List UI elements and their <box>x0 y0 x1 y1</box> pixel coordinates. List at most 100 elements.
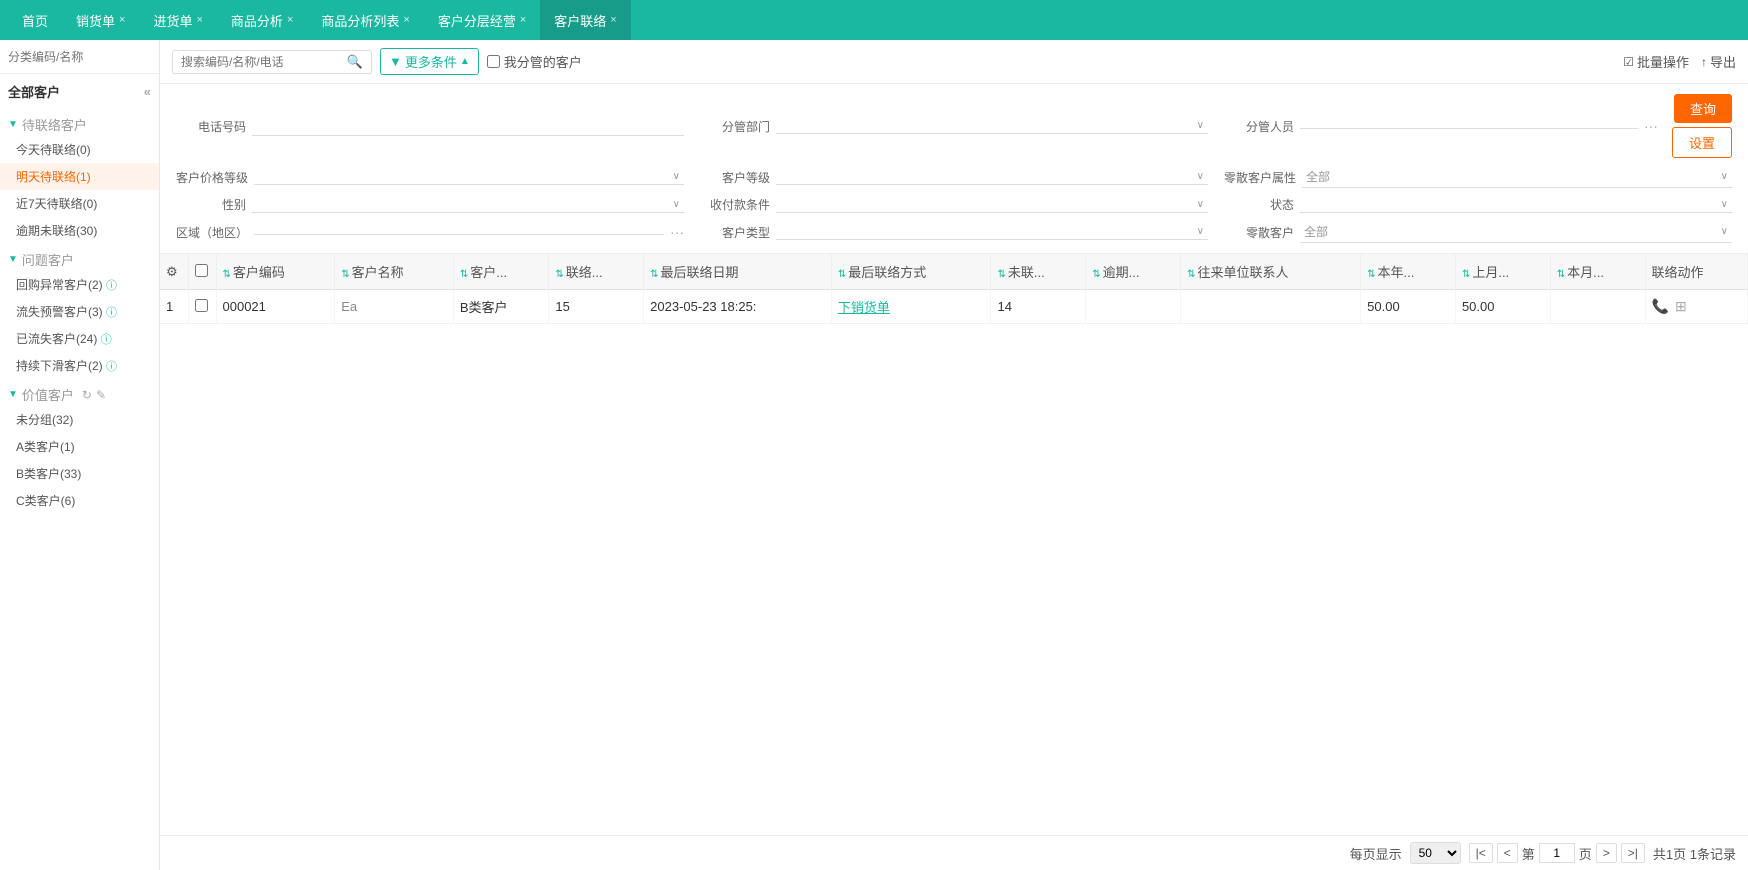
refresh-icon[interactable]: ↻ <box>82 388 92 402</box>
customer-grade-arrow-icon: ∨ <box>1197 171 1204 182</box>
toolbar-right: ☑ 批量操作 ↑ 导出 <box>1623 52 1736 71</box>
sort-overdue-icon[interactable]: ⇅ <box>1092 269 1100 280</box>
sort-contact-icon[interactable]: ⇅ <box>555 269 563 280</box>
sidebar-item-abnormal[interactable]: 回购异常客户(2) ⓘ <box>0 271 159 298</box>
my-customers-checkbox[interactable] <box>487 55 500 68</box>
filter-dept: 分管部门 ∨ <box>700 118 1208 135</box>
nav-product-analysis[interactable]: 商品分析 × <box>217 0 307 40</box>
sort-this-month-icon[interactable]: ⇅ <box>1557 269 1565 280</box>
settings-icon[interactable]: ⚙ <box>166 264 178 279</box>
sidebar-all-customers-label: 全部客户 <box>8 82 60 101</box>
sort-type-icon[interactable]: ⇅ <box>460 269 468 280</box>
my-customers-filter[interactable]: 我分管的客户 <box>487 52 582 71</box>
table-container: ⚙ ⇅客户编码 ⇅客户名称 ⇅客户... ⇅联络... ⇅最后联络日期 ⇅最后联… <box>160 254 1748 835</box>
sidebar-all-customers[interactable]: 全部客户 « <box>0 74 159 109</box>
sidebar-item-declining[interactable]: 持续下滑客户(2) ⓘ <box>0 352 159 379</box>
filter-gender: 性别 ∨ <box>176 196 684 213</box>
sidebar-item-today[interactable]: 今天待联络(0) <box>0 136 159 163</box>
nav-customer-contact[interactable]: 客户联络 × <box>540 0 630 40</box>
retail-customer-select[interactable]: 全部 ∨ <box>1300 221 1732 243</box>
nav-sales-order[interactable]: 销货单 × <box>62 0 139 40</box>
last-page-btn[interactable]: >| <box>1621 843 1645 863</box>
sort-last-month-icon[interactable]: ⇅ <box>1462 269 1470 280</box>
filter-more-btn[interactable]: ▼ 更多条件 ▲ <box>380 48 479 75</box>
first-page-btn[interactable]: |< <box>1469 843 1493 863</box>
col-this-year: ⇅本年... <box>1361 254 1456 290</box>
dept-arrow-icon: ∨ <box>1197 120 1204 131</box>
sidebar-item-churn-warning[interactable]: 流失预警客户(3) ⓘ <box>0 298 159 325</box>
col-last-month: ⇅上月... <box>1455 254 1550 290</box>
page-nav: |< < 第 页 > >| <box>1469 843 1645 863</box>
prev-page-btn[interactable]: < <box>1497 843 1518 863</box>
retail-attr-select[interactable]: 全部 ∨ <box>1302 166 1732 188</box>
sort-date-icon[interactable]: ⇅ <box>650 269 658 280</box>
select-all-checkbox[interactable] <box>195 264 208 277</box>
nav-customer-tier[interactable]: 客户分层经营 × <box>424 0 540 40</box>
sidebar-collapse-icon[interactable]: « <box>144 84 151 99</box>
sort-method-icon[interactable]: ⇅ <box>838 269 846 280</box>
close-customer-tier-icon[interactable]: × <box>520 14 526 26</box>
action-more-icon[interactable]: ⊞ <box>1675 298 1687 315</box>
nav-purchase-order[interactable]: 进货单 × <box>139 0 216 40</box>
manager-more-icon[interactable]: ··· <box>1644 118 1658 134</box>
sort-name-icon[interactable]: ⇅ <box>341 269 349 280</box>
export-btn[interactable]: ↑ 导出 <box>1701 52 1736 71</box>
cell-name: Ea <box>335 290 454 324</box>
sidebar-item-class-c[interactable]: C类客户(6) <box>0 487 159 514</box>
next-page-btn[interactable]: > <box>1596 843 1617 863</box>
close-customer-contact-icon[interactable]: × <box>610 14 616 26</box>
sidebar-item-class-b[interactable]: B类客户(33) <box>0 460 159 487</box>
page-size-select[interactable]: 50 100 200 <box>1410 842 1461 864</box>
customer-grade-select[interactable]: ∨ <box>776 169 1208 185</box>
sidebar-item-overdue[interactable]: 逾期未联络(30) <box>0 217 159 244</box>
price-grade-select[interactable]: ∨ <box>254 169 684 185</box>
customer-type-select[interactable]: ∨ <box>776 224 1208 240</box>
sidebar-item-class-a[interactable]: A类客户(1) <box>0 433 159 460</box>
region-input[interactable] <box>254 230 664 235</box>
search-input[interactable] <box>181 55 347 69</box>
batch-op-btn[interactable]: ☑ 批量操作 <box>1623 52 1689 71</box>
cell-contact-count: 15 <box>549 290 644 324</box>
action-buttons: 查询 设置 <box>1672 94 1732 158</box>
col-checkbox <box>188 254 216 290</box>
sidebar-section-value: ▼ 价值客户 ↻ ✎ <box>0 379 159 406</box>
col-contact-person: ⇅往来单位联系人 <box>1181 254 1361 290</box>
region-more-icon[interactable]: ··· <box>670 224 684 240</box>
phone-input[interactable] <box>252 117 684 136</box>
payment-select[interactable]: ∨ <box>776 197 1208 213</box>
cell-last-method[interactable]: 下销货单 <box>831 290 991 324</box>
nav-home[interactable]: 首页 <box>8 0 62 40</box>
sort-no-contact-icon[interactable]: ⇅ <box>997 269 1005 280</box>
reset-btn[interactable]: 设置 <box>1672 127 1732 158</box>
status-select[interactable]: ∨ <box>1300 197 1732 213</box>
retail-customer-arrow-icon: ∨ <box>1721 226 1728 237</box>
sidebar-search-input[interactable] <box>8 50 160 64</box>
close-sales-order-icon[interactable]: × <box>119 14 125 26</box>
dept-select[interactable]: ∨ <box>776 118 1208 134</box>
page-input[interactable] <box>1539 843 1575 863</box>
query-btn[interactable]: 查询 <box>1674 94 1732 123</box>
row-checkbox[interactable] <box>195 299 208 312</box>
close-purchase-order-icon[interactable]: × <box>196 14 202 26</box>
sidebar-item-tomorrow[interactable]: 明天待联络(1) <box>0 163 159 190</box>
nav-product-analysis-list[interactable]: 商品分析列表 × <box>307 0 423 40</box>
sidebar-item-7days[interactable]: 近7天待联络(0) <box>0 190 159 217</box>
sort-year-icon[interactable]: ⇅ <box>1367 269 1375 280</box>
action-phone-icon[interactable]: 📞 <box>1652 298 1669 315</box>
close-product-list-icon[interactable]: × <box>403 14 409 26</box>
sort-person-icon[interactable]: ⇅ <box>1187 269 1195 280</box>
edit-icon[interactable]: ✎ <box>96 388 106 402</box>
customer-table: ⚙ ⇅客户编码 ⇅客户名称 ⇅客户... ⇅联络... ⇅最后联络日期 ⇅最后联… <box>160 254 1748 324</box>
last-method-link[interactable]: 下销货单 <box>838 300 890 315</box>
table-header-row: ⚙ ⇅客户编码 ⇅客户名称 ⇅客户... ⇅联络... ⇅最后联络日期 ⇅最后联… <box>160 254 1748 290</box>
gender-select[interactable]: ∨ <box>252 197 684 213</box>
sidebar-item-ungroup[interactable]: 未分组(32) <box>0 406 159 433</box>
sort-code-icon[interactable]: ⇅ <box>223 269 231 280</box>
cell-type: B类客户 <box>453 290 548 324</box>
manager-input[interactable] <box>1300 124 1638 129</box>
search-icon[interactable]: 🔍 <box>347 54 363 70</box>
page-suffix: 页 <box>1579 844 1592 863</box>
cell-last-date: 2023-05-23 18:25: <box>644 290 832 324</box>
sidebar-item-churned[interactable]: 已流失客户(24) ⓘ <box>0 325 159 352</box>
close-product-analysis-icon[interactable]: × <box>287 14 293 26</box>
